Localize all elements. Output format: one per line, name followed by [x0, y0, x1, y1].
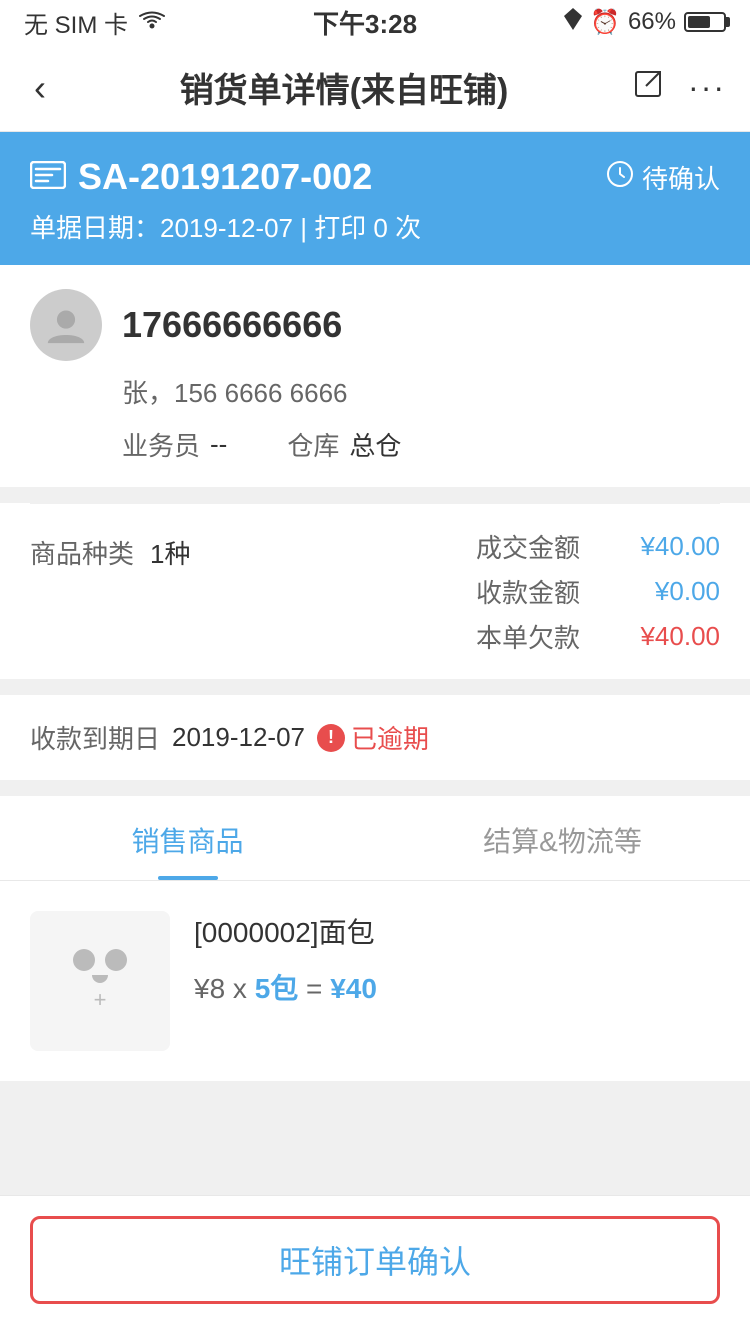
battery-percent: 66% [628, 8, 676, 36]
clock-icon [606, 160, 634, 195]
owl-eye-right [105, 949, 127, 971]
customer-phone: 17666666666 [122, 304, 342, 346]
nav-bar: ‹ 销货单详情(来自旺铺) ··· [0, 44, 750, 132]
due-date-section: 收款到期日 2019-12-07 ! 已逾期 [0, 695, 750, 780]
product-unit-price: ¥8 x [194, 973, 255, 1004]
carrier-text: 无 SIM 卡 [24, 5, 128, 40]
deal-amount-value: ¥40.00 [600, 531, 720, 562]
salesperson-label: 业务员 [122, 426, 200, 463]
product-type-value: 1种 [150, 534, 190, 571]
order-banner-top: SA-20191207-002 待确认 [30, 156, 720, 198]
summary-section: 商品种类 1种 成交金额 ¥40.00 收款金额 ¥0.00 本单欠款 ¥40.… [0, 503, 750, 679]
salesperson-value: -- [210, 429, 227, 460]
location-icon [564, 8, 582, 37]
warehouse-label: 仓库 [287, 426, 339, 463]
product-name: [0000002]面包 [194, 911, 720, 951]
receipt-amount-label: 收款金额 [460, 573, 580, 610]
product-info: [0000002]面包 ¥8 x 5包 = ¥40 [194, 911, 720, 1007]
debt-amount-label: 本单欠款 [460, 618, 580, 655]
warehouse-value: 总仓 [349, 426, 401, 463]
owl-eyes [73, 949, 127, 971]
product-thumbnail: + [30, 911, 170, 1051]
bottom-bar: 旺铺订单确认 [0, 1195, 750, 1334]
deal-amount-label: 成交金额 [460, 528, 580, 565]
nav-right-actions: ··· [632, 68, 726, 108]
order-date: 单据日期：2019-12-07 | 打印 0 次 [30, 208, 720, 245]
debt-amount-value: ¥40.00 [600, 621, 720, 652]
alarm-icon: ⏰ [590, 8, 620, 37]
order-status-text: 待确认 [642, 159, 720, 196]
status-right: ⏰ 66% [564, 8, 726, 37]
back-button[interactable]: ‹ [24, 57, 56, 119]
product-item: + [0000002]面包 ¥8 x 5包 = ¥40 [0, 881, 750, 1081]
page-title: 销货单详情(来自旺铺) [180, 63, 509, 112]
tab-settlement[interactable]: 结算&物流等 [375, 796, 750, 880]
debt-amount-row: 本单欠款 ¥40.00 [460, 618, 720, 655]
tabs-section: 销售商品 结算&物流等 + [0000002]面包 ¥8 x 5包 = ¥40 [0, 796, 750, 1081]
product-type: 商品种类 1种 [30, 528, 190, 571]
order-banner: SA-20191207-002 待确认 单据日期：2019-12-07 | 打印… [0, 132, 750, 265]
product-equals: = [298, 973, 330, 1004]
amounts: 成交金额 ¥40.00 收款金额 ¥0.00 本单欠款 ¥40.00 [460, 528, 720, 655]
customer-avatar [30, 289, 102, 361]
status-time: 下午3:28 [313, 4, 417, 41]
owl-beak [92, 975, 108, 983]
due-date-value: 2019-12-07 [172, 722, 305, 753]
owl-plus: + [94, 987, 107, 1013]
product-price-row: ¥8 x 5包 = ¥40 [194, 967, 720, 1007]
tabs-header: 销售商品 结算&物流等 [0, 796, 750, 881]
customer-meta: 业务员 -- 仓库 总仓 [122, 426, 720, 463]
receipt-amount-row: 收款金额 ¥0.00 [460, 573, 720, 610]
due-date-label: 收款到期日 [30, 719, 160, 756]
receipt-amount-value: ¥0.00 [600, 576, 720, 607]
wifi-icon [138, 8, 166, 36]
summary-content: 商品种类 1种 成交金额 ¥40.00 收款金额 ¥0.00 本单欠款 ¥40.… [0, 504, 750, 679]
customer-section: 17666666666 张，156 6666 6666 业务员 -- 仓库 总仓 [0, 265, 750, 487]
share-button[interactable] [632, 68, 664, 108]
status-left: 无 SIM 卡 [24, 5, 166, 40]
product-total: ¥40 [330, 973, 377, 1004]
tab-sales-goods[interactable]: 销售商品 [0, 796, 375, 880]
customer-name: 张，156 6666 6666 [122, 373, 720, 410]
order-status: 待确认 [606, 159, 720, 196]
deal-amount-row: 成交金额 ¥40.00 [460, 528, 720, 565]
battery-icon [684, 12, 726, 32]
overdue-icon: ! [317, 724, 345, 752]
status-bar: 无 SIM 卡 下午3:28 ⏰ 66% [0, 0, 750, 44]
overdue-badge: ! 已逾期 [317, 719, 429, 756]
product-thumb-inner: + [73, 949, 127, 1013]
more-button[interactable]: ··· [688, 69, 726, 106]
overdue-text: 已逾期 [351, 719, 429, 756]
product-type-label: 商品种类 [30, 534, 134, 571]
customer-row: 17666666666 [30, 289, 720, 361]
product-qty: 5包 [255, 973, 299, 1004]
owl-eye-left [73, 949, 95, 971]
confirm-order-button[interactable]: 旺铺订单确认 [30, 1216, 720, 1304]
salesperson-item: 业务员 -- [122, 426, 227, 463]
order-icon [30, 156, 66, 198]
order-id-text: SA-20191207-002 [78, 156, 372, 198]
warehouse-item: 仓库 总仓 [287, 426, 401, 463]
order-id: SA-20191207-002 [30, 156, 372, 198]
